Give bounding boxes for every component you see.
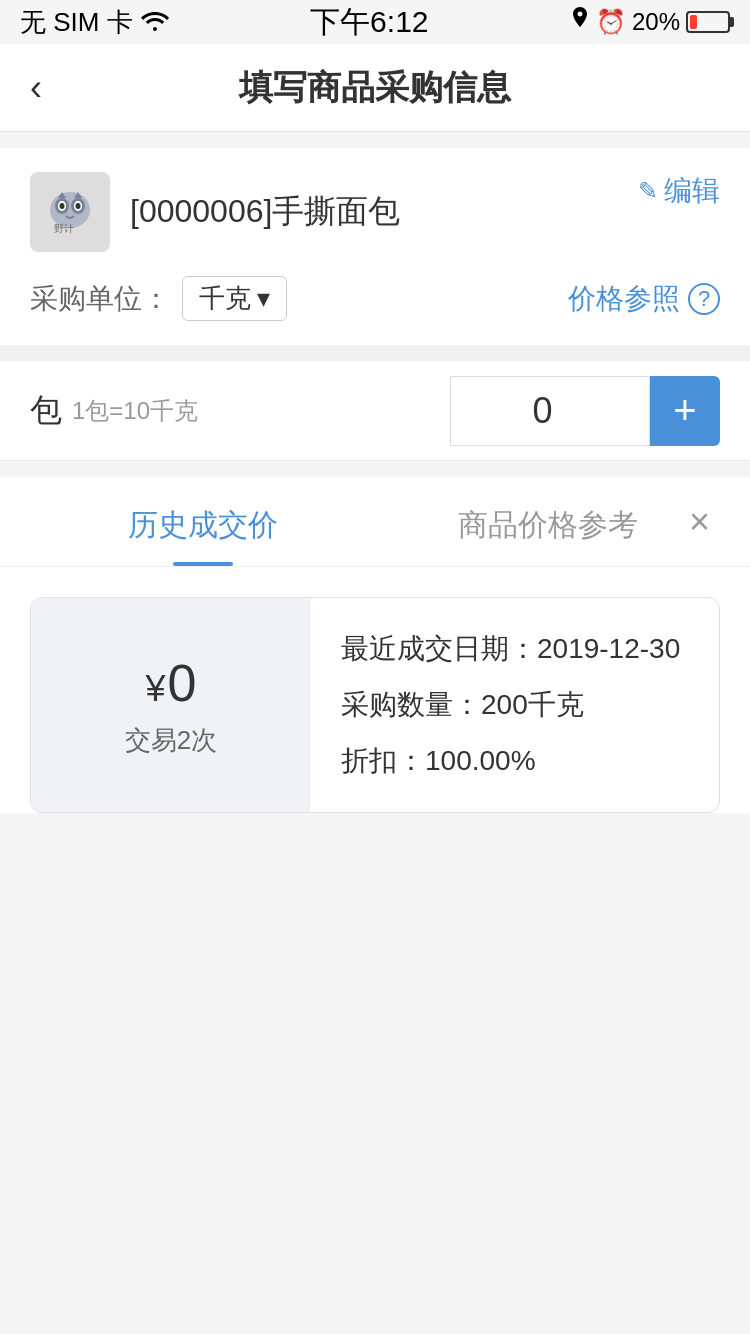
wifi-icon [141,7,169,38]
status-carrier: 无 SIM 卡 [20,5,169,40]
status-time: 下午6:12 [310,2,428,43]
edit-icon: ✎ [638,177,658,205]
quantity-label: 包 1包=10千克 [30,389,198,433]
page-title: 填写商品采购信息 [239,65,511,111]
dropdown-arrow-icon: ▾ [257,283,270,314]
product-footer: 采购单位： 千克 ▾ 价格参照 ? [30,276,720,321]
price-amount: ¥ 0 [146,653,197,713]
status-icons: ⏰ 20% [570,7,730,37]
product-name: [0000006]手撕面包 [130,190,400,234]
quantity-row: 包 1包=10千克 0 + [0,361,750,461]
quantity-input[interactable]: 0 [450,376,650,446]
price-card: ¥ 0 交易2次 最近成交日期：2019-12-30 采购数量：200千克 折扣… [30,597,720,813]
tab-history-price[interactable]: 历史成交价 [30,477,375,566]
section-divider [0,345,750,361]
product-header: 野计 [0000006]手撕面包 ✎ 编辑 [30,172,720,252]
unit-hint: 1包=10千克 [72,395,198,427]
nav-bar: ‹ 填写商品采购信息 [0,44,750,132]
product-card: 野计 [0000006]手撕面包 ✎ 编辑 采购单位： 千克 ▾ 价格参照 ? [0,148,750,345]
battery-icon [686,11,730,33]
bottom-area [0,843,750,1334]
info-icon: ? [688,283,720,315]
plus-button[interactable]: + [650,376,720,446]
tab-close-button[interactable]: × [679,491,720,553]
purchase-unit: 采购单位： 千克 ▾ [30,276,287,321]
price-ref-button[interactable]: 价格参照 ? [568,280,720,318]
recent-date-row: 最近成交日期：2019-12-30 [341,628,689,670]
back-button[interactable]: ‹ [20,57,52,119]
price-count: 交易2次 [125,723,217,758]
purchase-qty-row: 采购数量：200千克 [341,684,689,726]
discount-row: 折扣：100.00% [341,740,689,782]
svg-text:野计: 野计 [54,223,74,234]
price-card-left: ¥ 0 交易2次 [31,598,311,812]
svg-point-5 [60,203,65,209]
svg-point-6 [76,203,81,209]
product-left: 野计 [0000006]手撕面包 [30,172,400,252]
product-thumbnail: 野计 [30,172,110,252]
tab-header: 历史成交价 商品价格参考 × [0,477,750,567]
unit-tag: 包 [30,389,62,433]
quantity-control: 0 + [450,376,720,446]
tab-product-price-ref[interactable]: 商品价格参考 [375,477,720,566]
alarm-icon: ⏰ [596,8,626,36]
location-icon [570,7,590,37]
tab-section: 历史成交价 商品价格参考 × ¥ 0 交易2次 最近成交日期：2019-12-3… [0,477,750,813]
price-card-right: 最近成交日期：2019-12-30 采购数量：200千克 折扣：100.00% [311,598,719,812]
owl-icon: 野计 [40,178,100,247]
edit-button[interactable]: ✎ 编辑 [638,172,720,210]
unit-dropdown[interactable]: 千克 ▾ [182,276,287,321]
battery-percent: 20% [632,8,680,36]
status-bar: 无 SIM 卡 下午6:12 ⏰ 20% [0,0,750,44]
